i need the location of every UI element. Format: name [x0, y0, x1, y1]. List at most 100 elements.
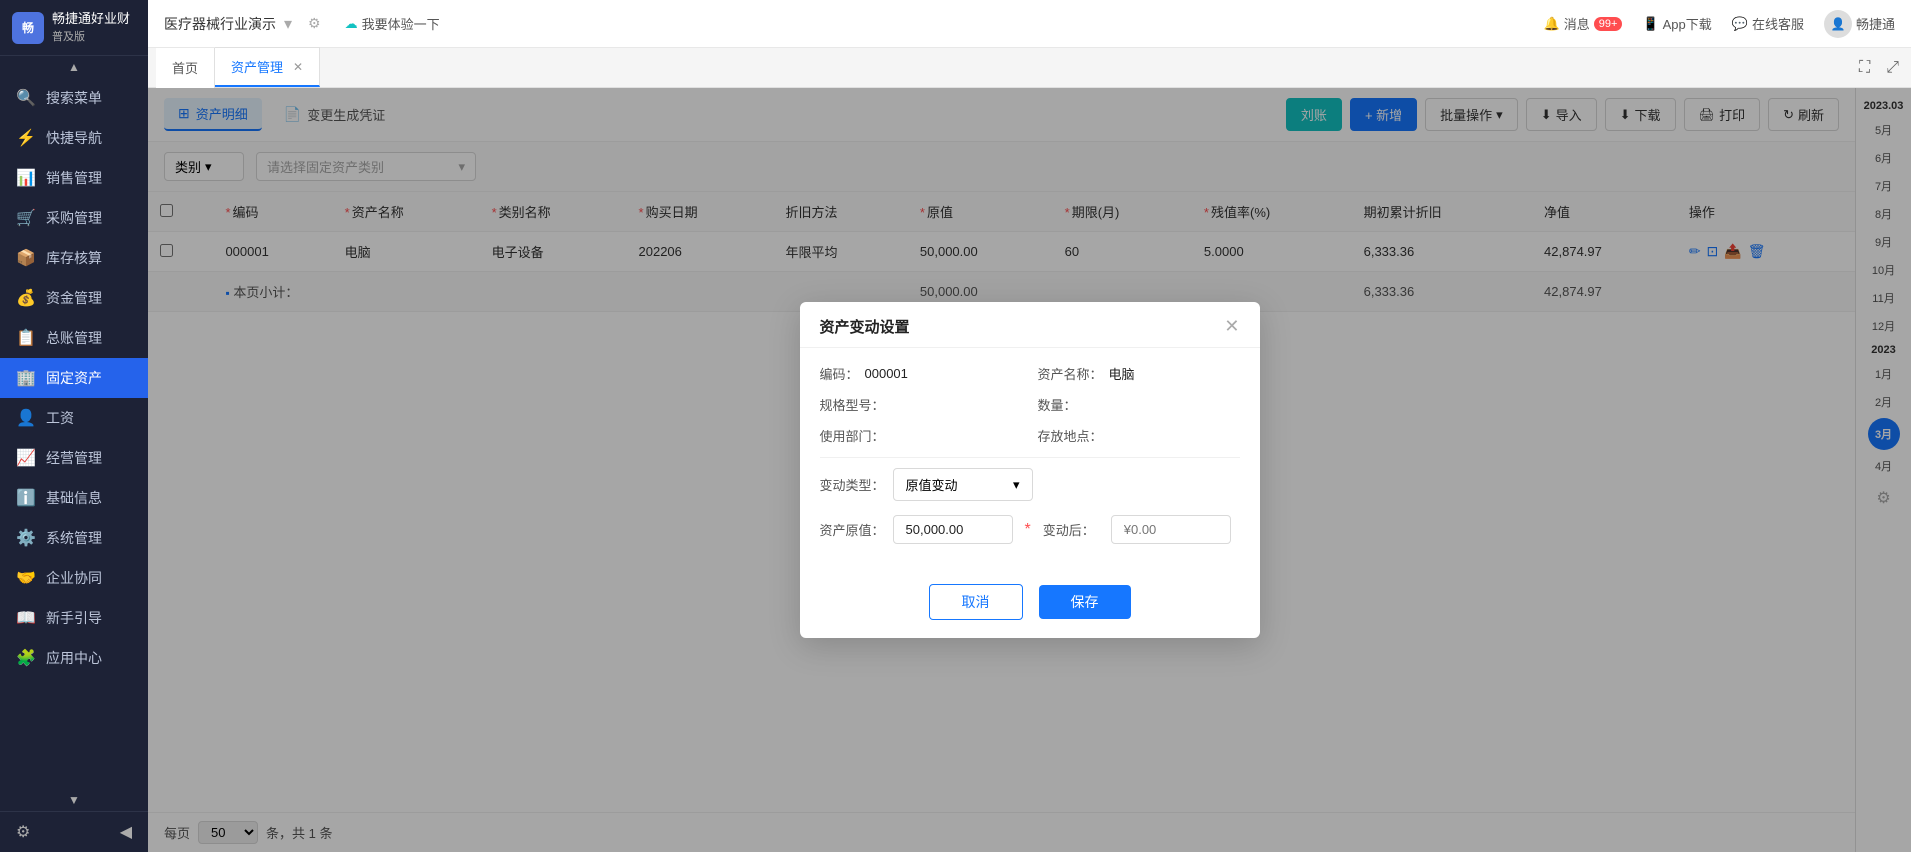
page-content: ⊞ 资产明细 📄 变更生成凭证 刘账 + 新增 批量操作 ▾ [148, 88, 1911, 852]
sidebar-logo: 畅 畅捷通好业财 普及版 [0, 0, 148, 56]
spec-label: 规格型号： [820, 395, 885, 414]
change-type-dropdown-icon: ▾ [1013, 477, 1020, 493]
save-button[interactable]: 保存 [1039, 585, 1131, 619]
sidebar-item-system[interactable]: ⚙️ 系统管理 [0, 518, 148, 558]
table-area: ⊞ 资产明细 📄 变更生成凭证 刘账 + 新增 批量操作 ▾ [148, 88, 1855, 852]
top-header: 医疗器械行业演示 ▾ ⚙ ☁ 我要体验一下 🔔 消息 99+ 📱 App下载 💬 [148, 0, 1911, 48]
modal-footer: 取消 保存 [800, 574, 1260, 638]
sidebar-item-search[interactable]: 🔍 搜索菜单 [0, 78, 148, 118]
modal-asset-change: 资产变动设置 ✕ 编码： 000001 资产名称： 电脑 [800, 302, 1260, 638]
cancel-button[interactable]: 取消 [929, 584, 1023, 620]
finance-icon: 💰 [16, 288, 36, 308]
sidebar-item-label: 搜索菜单 [46, 88, 102, 108]
sidebar: 畅 畅捷通好业财 普及版 ▲ 🔍 搜索菜单 ⚡ 快捷导航 📊 销售管理 🛒 采购… [0, 0, 148, 852]
sidebar-item-ops[interactable]: 📈 经营管理 [0, 438, 148, 478]
app-download-button[interactable]: 📱 App下载 [1642, 14, 1711, 33]
sidebar-item-quicknav[interactable]: ⚡ 快捷导航 [0, 118, 148, 158]
sidebar-scroll-up[interactable]: ▲ [0, 56, 148, 78]
qty-label: 数量： [1038, 395, 1077, 414]
code-value: 000001 [865, 366, 908, 381]
sidebar-item-label: 销售管理 [46, 168, 102, 188]
after-change-label: 变动后： [1043, 520, 1103, 539]
sidebar-item-guide[interactable]: 📖 新手引导 [0, 598, 148, 638]
change-type-value: 原值变动 [906, 475, 958, 494]
sidebar-item-appstore[interactable]: 🧩 应用中心 [0, 638, 148, 678]
after-change-input[interactable] [1111, 515, 1231, 544]
inventory-icon: 📦 [16, 248, 36, 268]
modal-header: 资产变动设置 ✕ [800, 302, 1260, 348]
change-type-select[interactable]: 原值变动 ▾ [893, 468, 1033, 501]
tab-asset-management[interactable]: 资产管理 ✕ [215, 47, 320, 87]
sidebar-item-ledger[interactable]: 📋 总账管理 [0, 318, 148, 358]
sidebar-item-label: 资金管理 [46, 288, 102, 308]
collab-icon: 🤝 [16, 568, 36, 588]
sidebar-item-label: 系统管理 [46, 528, 102, 548]
purchase-icon: 🛒 [16, 208, 36, 228]
sidebar-scroll-down[interactable]: ▼ [0, 789, 148, 811]
sidebar-item-fixedasset[interactable]: 🏢 固定资产 [0, 358, 148, 398]
company-dropdown-icon[interactable]: ▾ [284, 14, 292, 34]
download-icon: 📱 [1642, 16, 1658, 32]
modal-body: 编码： 000001 资产名称： 电脑 规格型号： [800, 348, 1260, 574]
modal-overlay: 资产变动设置 ✕ 编码： 000001 资产名称： 电脑 [148, 88, 1855, 852]
sidebar-item-label: 总账管理 [46, 328, 102, 348]
sidebar-item-inventory[interactable]: 📦 库存核算 [0, 238, 148, 278]
sidebar-item-basic[interactable]: ℹ️ 基础信息 [0, 478, 148, 518]
sidebar-item-label: 采购管理 [46, 208, 102, 228]
tab-home[interactable]: 首页 [156, 48, 215, 88]
notifications-badge: 99+ [1594, 17, 1623, 31]
search-icon: 🔍 [16, 88, 36, 108]
system-icon: ⚙️ [16, 528, 36, 548]
sidebar-bottom: ⚙ ◀ [0, 811, 148, 852]
sidebar-item-collab[interactable]: 🤝 企业协同 [0, 558, 148, 598]
experience-icon: ☁ [345, 16, 358, 32]
sidebar-item-purchase[interactable]: 🛒 采购管理 [0, 198, 148, 238]
sidebar-item-sales[interactable]: 📊 销售管理 [0, 158, 148, 198]
modal-divider [820, 457, 1240, 458]
asset-value-input[interactable] [893, 515, 1013, 544]
sidebar-item-label: 经营管理 [46, 448, 102, 468]
tab-close-icon[interactable]: ✕ [293, 60, 303, 74]
fixedasset-icon: 🏢 [16, 368, 36, 388]
user-avatar[interactable]: 👤 畅捷通 [1824, 10, 1895, 38]
required-star: * [1025, 521, 1031, 539]
notifications-button[interactable]: 🔔 消息 99+ [1544, 14, 1623, 33]
sidebar-item-label: 固定资产 [46, 368, 102, 388]
modal-close-icon[interactable]: ✕ [1224, 316, 1239, 337]
modal-field-dept: 使用部门： [820, 426, 1022, 445]
header-left: 医疗器械行业演示 ▾ ⚙ ☁ 我要体验一下 [164, 14, 440, 34]
settings-gear-icon[interactable]: ⚙ [308, 15, 321, 32]
sidebar-item-label: 应用中心 [46, 648, 102, 668]
sidebar-nav: 🔍 搜索菜单 ⚡ 快捷导航 📊 销售管理 🛒 采购管理 📦 库存核算 💰 资金管… [0, 78, 148, 789]
logo-icon: 畅 [12, 12, 44, 44]
sales-icon: 📊 [16, 168, 36, 188]
experience-link[interactable]: ☁ 我要体验一下 [345, 14, 440, 33]
appstore-icon: 🧩 [16, 648, 36, 668]
modal-field-code: 编码： 000001 [820, 364, 1022, 383]
tab-expand-icon[interactable]: ⛶ [1855, 55, 1874, 81]
modal-field-spec: 规格型号： [820, 395, 1022, 414]
modal-row-dept-loc: 使用部门： 存放地点： [820, 426, 1240, 445]
modal-row-change-type: 变动类型： 原值变动 ▾ [820, 468, 1240, 501]
quicknav-icon: ⚡ [16, 128, 36, 148]
online-service-button[interactable]: 💬 在线客服 [1732, 14, 1804, 33]
tab-fullscreen-icon[interactable]: ⤢ [1882, 55, 1903, 81]
code-label: 编码： [820, 364, 859, 383]
sidebar-item-label: 快捷导航 [46, 128, 102, 148]
bell-icon: 🔔 [1544, 16, 1560, 32]
app-name: 畅捷通好业财 [52, 11, 130, 28]
company-name: 医疗器械行业演示 [164, 14, 276, 34]
app-version: 普及版 [52, 28, 130, 44]
asset-name-label: 资产名称： [1038, 364, 1103, 383]
modal-field-qty: 数量： [1038, 395, 1240, 414]
collapse-icon[interactable]: ◀ [120, 822, 132, 842]
change-type-label: 变动类型： [820, 475, 885, 494]
sidebar-item-payroll[interactable]: 👤 工资 [0, 398, 148, 438]
sidebar-item-finance[interactable]: 💰 资金管理 [0, 278, 148, 318]
settings-icon[interactable]: ⚙ [16, 822, 30, 842]
sidebar-item-label: 新手引导 [46, 608, 102, 628]
header-right: 🔔 消息 99+ 📱 App下载 💬 在线客服 👤 畅捷通 [1544, 10, 1895, 38]
ops-icon: 📈 [16, 448, 36, 468]
modal-field-loc: 存放地点： [1038, 426, 1240, 445]
basic-icon: ℹ️ [16, 488, 36, 508]
